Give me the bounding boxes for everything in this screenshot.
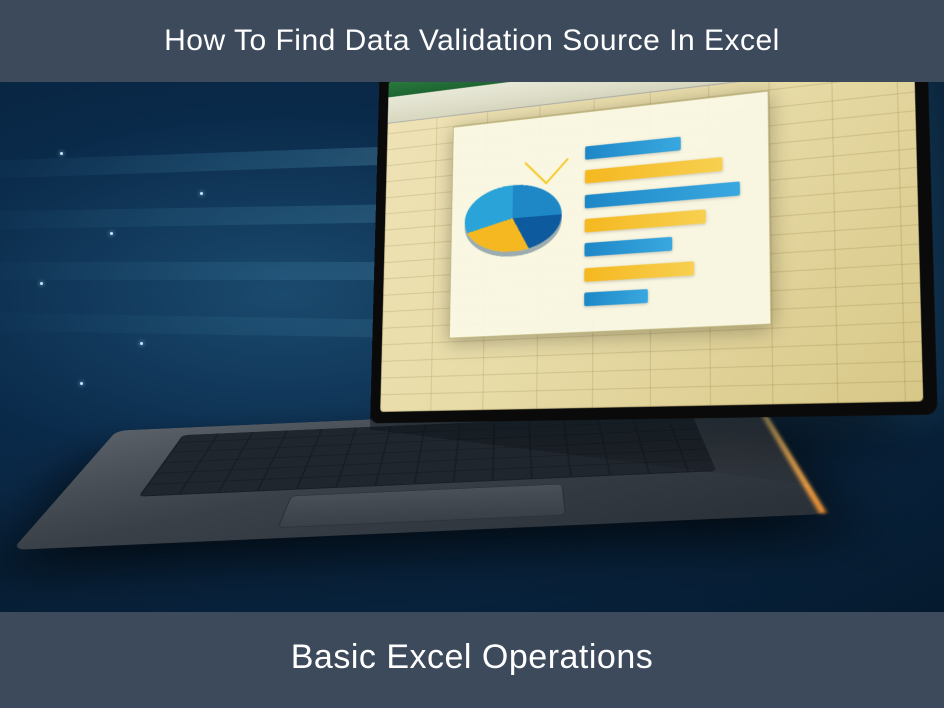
pie-chart-container — [450, 113, 586, 338]
sparkle — [60, 152, 63, 155]
bar-icon — [584, 289, 648, 306]
footer-banner: Basic Excel Operations — [0, 612, 944, 703]
hero-illustration — [0, 82, 944, 612]
sparkle — [40, 282, 43, 285]
laptop-device — [58, 82, 936, 612]
pie-chart-icon — [464, 181, 562, 255]
bar-chart-container — [584, 92, 770, 332]
chart-overlay — [449, 91, 772, 339]
laptop-screen — [380, 82, 923, 412]
laptop-keys — [138, 413, 716, 497]
glow-edge — [754, 402, 827, 514]
laptop-trackpad — [277, 484, 566, 528]
header-banner: How To Find Data Validation Source In Ex… — [0, 0, 944, 82]
bar-icon — [584, 261, 694, 282]
header-title: How To Find Data Validation Source In Ex… — [164, 24, 780, 57]
chart-accent-icon — [524, 138, 568, 184]
bar-icon — [585, 209, 706, 232]
bar-icon — [585, 136, 681, 159]
laptop-screen-bezel — [370, 82, 938, 423]
bar-icon — [585, 181, 740, 208]
footer-title: Basic Excel Operations — [291, 638, 654, 676]
laptop-keyboard-deck — [12, 402, 827, 550]
bar-icon — [585, 157, 722, 184]
bar-icon — [584, 237, 672, 257]
